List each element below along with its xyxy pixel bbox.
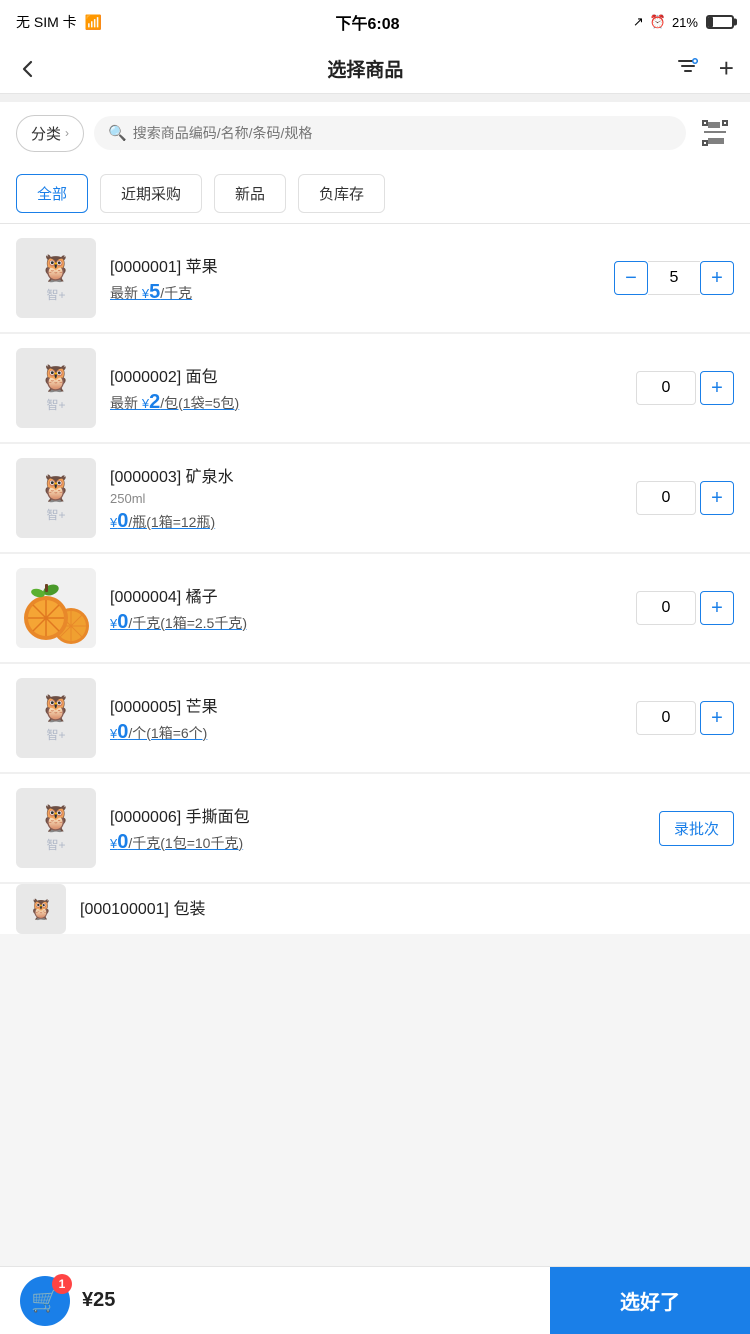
back-button[interactable] [16,57,56,81]
cart-total: ¥25 [82,1289,115,1312]
tab-recent[interactable]: 近期采购 [100,174,202,213]
product-price: 最新 ¥5/千克 [110,281,600,304]
quantity-plus-button[interactable]: + [700,371,734,405]
cart-button[interactable]: 🛒 1 [20,1276,70,1326]
product-name: [0000005] 芒果 [110,693,622,717]
product-info: [0000005] 芒果 ¥0/个(1箱=6个) [110,693,622,744]
filter-bar: 分类 › 🔍 [0,102,750,164]
product-image [16,568,96,648]
alarm-icon: ⏰ [650,14,666,30]
product-info: [000100001] 包装 [80,895,734,923]
search-input[interactable] [133,125,672,141]
product-name: [0000004] 橘子 [110,583,622,607]
product-price: 最新 ¥2/包(1袋=5包) [110,391,622,414]
quantity-input[interactable] [636,481,696,515]
product-image: 🦉 智+ [16,678,96,758]
confirm-button[interactable]: 选好了 [550,1267,750,1334]
tab-all[interactable]: 全部 [16,174,88,213]
quantity-control: + [636,481,734,515]
quantity-input[interactable] [648,261,700,295]
product-image: 🦉 智+ [16,238,96,318]
page-title: 选择商品 [327,55,403,82]
quantity-control: + [636,591,734,625]
product-image: 🦉 智+ [16,458,96,538]
product-item: [0000004] 橘子 ¥0/千克(1箱=2.5千克) + [0,554,750,662]
quantity-plus-button[interactable]: + [700,481,734,515]
status-right: ↗ ⏰ 21% [633,14,734,30]
wifi-icon: 📶 [85,14,102,31]
cart-badge: 1 [52,1274,72,1294]
product-name: [0000003] 矿泉水 [110,463,622,487]
product-info: [0000004] 橘子 ¥0/千克(1箱=2.5千克) [110,583,622,634]
barcode-button[interactable] [696,114,734,152]
quantity-plus-button[interactable]: + [700,261,734,295]
barcode-icon [700,118,730,148]
bottom-bar: 🛒 1 ¥25 选好了 [0,1266,750,1334]
product-name: [0000006] 手撕面包 [110,803,645,827]
filter-icon[interactable] [675,53,701,84]
divider [0,94,750,102]
product-price: ¥0/千克(1包=10千克) [110,831,645,854]
quantity-control: + [636,371,734,405]
product-price: ¥0/瓶(1箱=12瓶) [110,510,622,533]
quantity-input[interactable] [636,701,696,735]
quantity-control: − + [614,261,734,295]
product-name: [0000001] 苹果 [110,253,600,277]
product-image: 🦉 智+ [16,348,96,428]
category-button[interactable]: 分类 › [16,115,84,152]
product-info: [0000003] 矿泉水 250ml ¥0/瓶(1箱=12瓶) [110,463,622,533]
product-price: ¥0/个(1箱=6个) [110,721,622,744]
product-item: 🦉 智+ [0000006] 手撕面包 ¥0/千克(1包=10千克) 录批次 [0,774,750,882]
product-item: 🦉 智+ [0000001] 苹果 最新 ¥5/千克 − + [0,224,750,332]
product-item: 🦉 智+ [0000005] 芒果 ¥0/个(1箱=6个) + [0,664,750,772]
status-bar: 无 SIM 卡 📶 下午6:08 ↗ ⏰ 21% [0,0,750,44]
tab-bar: 全部 近期采购 新品 负库存 [0,164,750,224]
chevron-icon: › [65,126,69,140]
product-spec: 250ml [110,491,622,506]
nav-actions: + [675,53,734,84]
battery-text: 21% [672,15,698,30]
battery-indicator [706,15,734,29]
product-item: 🦉 智+ [0000003] 矿泉水 250ml ¥0/瓶(1箱=12瓶) + [0,444,750,552]
product-info: [0000001] 苹果 最新 ¥5/千克 [110,253,600,304]
cart-area: 🛒 1 ¥25 [0,1276,550,1326]
location-icon: ↗ [633,14,644,30]
product-info: [0000002] 面包 最新 ¥2/包(1袋=5包) [110,363,622,414]
quantity-minus-button[interactable]: − [614,261,648,295]
quantity-plus-button[interactable]: + [700,591,734,625]
product-name: [0000002] 面包 [110,363,622,387]
search-box: 🔍 [94,116,686,150]
tab-new[interactable]: 新品 [214,174,286,213]
product-info: [0000006] 手撕面包 ¥0/千克(1包=10千克) [110,803,645,854]
quantity-plus-button[interactable]: + [700,701,734,735]
tab-negative[interactable]: 负库存 [298,174,385,213]
quantity-control: + [636,701,734,735]
add-icon[interactable]: + [719,53,734,84]
product-item-partial: 🦉 [000100001] 包装 [0,884,750,934]
category-label: 分类 [31,123,61,144]
quantity-input[interactable] [636,371,696,405]
status-left: 无 SIM 卡 📶 [16,12,102,32]
sim-status: 无 SIM 卡 [16,12,77,32]
product-list: 🦉 智+ [0000001] 苹果 最新 ¥5/千克 − + 🦉 智+ [0,224,750,934]
product-item: 🦉 智+ [0000002] 面包 最新 ¥2/包(1袋=5包) + [0,334,750,442]
nav-bar: 选择商品 + [0,44,750,94]
product-price: ¥0/千克(1箱=2.5千克) [110,611,622,634]
product-image: 🦉 智+ [16,788,96,868]
battery-fill [708,17,713,27]
search-icon: 🔍 [108,124,127,142]
batch-button[interactable]: 录批次 [659,811,734,846]
product-name: [000100001] 包装 [80,895,734,919]
product-image: 🦉 [16,884,66,934]
orange-image [16,568,96,648]
status-time: 下午6:08 [335,10,399,34]
quantity-input[interactable] [636,591,696,625]
